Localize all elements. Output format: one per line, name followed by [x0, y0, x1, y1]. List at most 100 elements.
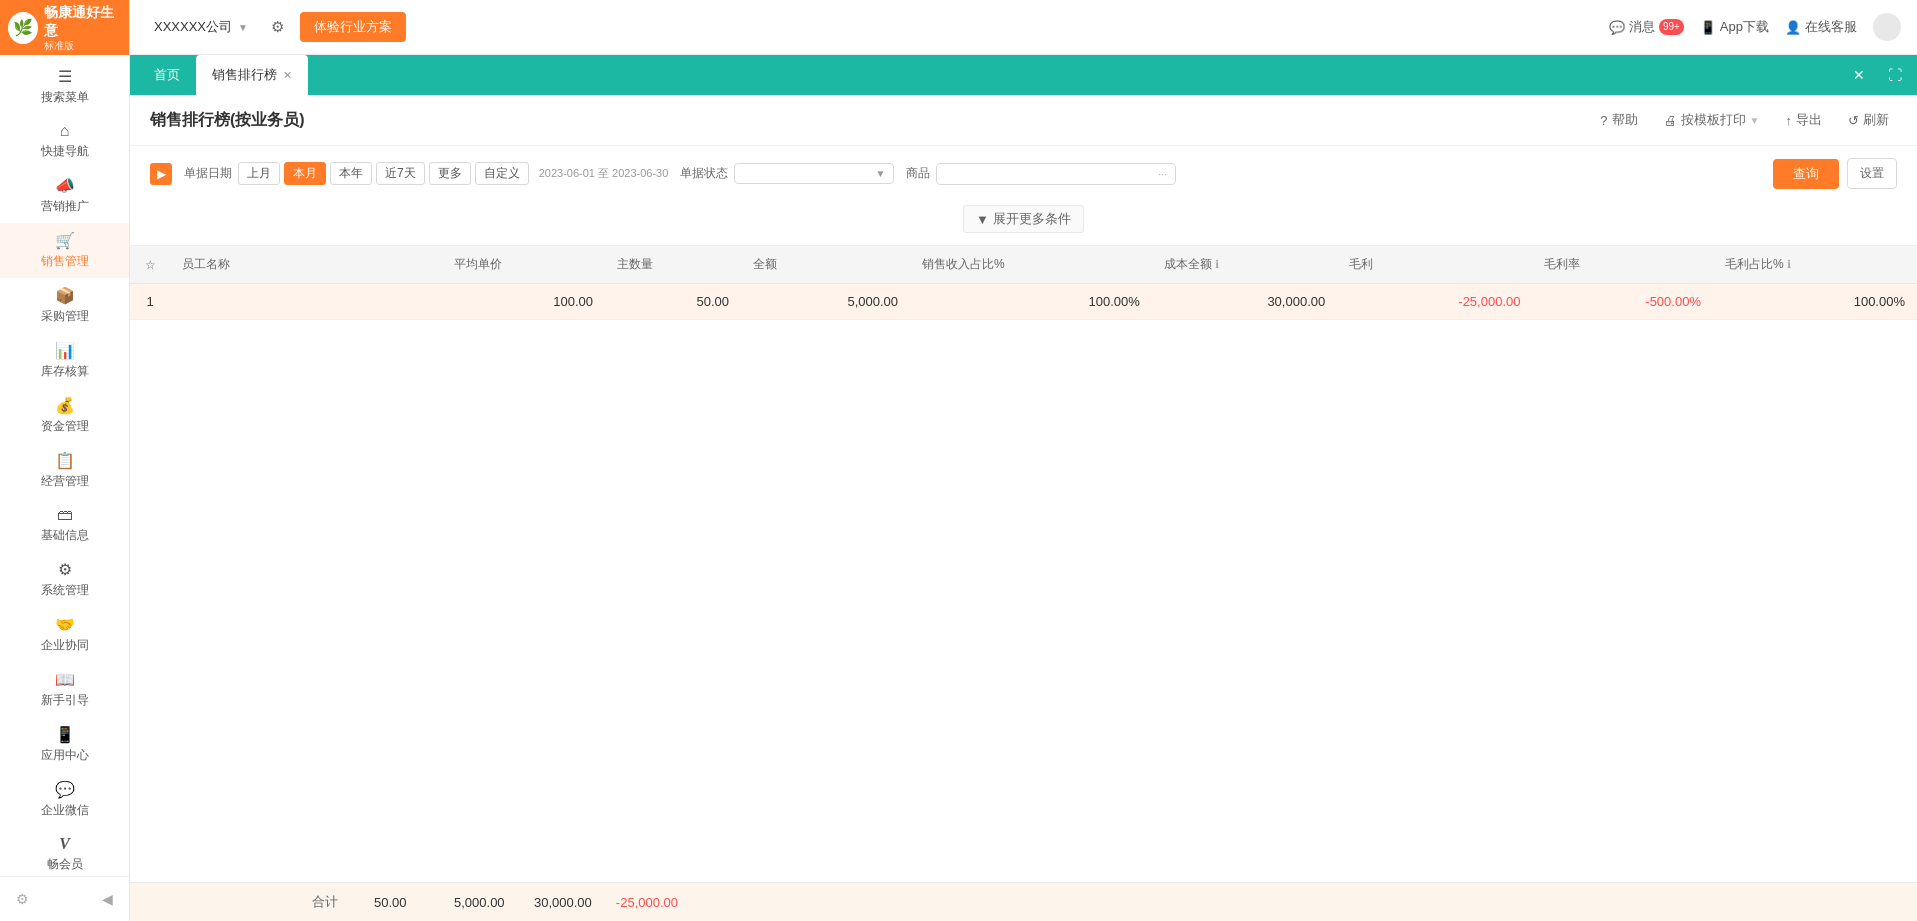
expand-more-button[interactable]: ▼ 展开更多条件: [963, 205, 1084, 233]
more-date-button[interactable]: 更多: [429, 162, 471, 185]
export-button[interactable]: ↑ 导出: [1778, 107, 1831, 133]
tab-sales-rank[interactable]: 销售排行榜 ✕: [196, 55, 308, 95]
col-sales-pct: 销售收入占比%: [910, 246, 1152, 284]
goods-more-icon: ···: [1158, 168, 1167, 180]
cell-avg-price: 100.00: [442, 284, 605, 320]
export-label: 导出: [1796, 111, 1822, 129]
online-service-label: 在线客服: [1805, 18, 1857, 36]
sidebar-item-enterprise[interactable]: 🤝 企业协同: [0, 607, 129, 662]
filter-row: ▶ 单据日期 上月 本月 本年 近7天 更多 自定义 2023-06-01 至 …: [150, 158, 1897, 189]
help-button[interactable]: ? 帮助: [1592, 107, 1645, 133]
status-select[interactable]: ▼: [734, 163, 894, 184]
cell-rank: 1: [130, 284, 170, 320]
tab-maximize-icon[interactable]: ⛶: [1881, 61, 1909, 89]
logo-icon: 🌿: [8, 12, 38, 44]
trial-button[interactable]: 体验行业方案: [300, 12, 406, 42]
tab-close-window-icon[interactable]: ✕: [1845, 61, 1873, 89]
message-badge: 99+: [1659, 19, 1684, 35]
page-title: 销售排行榜(按业务员): [150, 110, 305, 131]
header-settings-icon[interactable]: ⚙: [264, 13, 292, 41]
col-profit-rate: 毛利率: [1532, 246, 1712, 284]
cell-profit: -25,000.00: [1337, 284, 1532, 320]
sidebar-item-system[interactable]: ⚙ 系统管理: [0, 552, 129, 607]
cost-info-icon[interactable]: ℹ: [1215, 258, 1219, 270]
footer-label: 合计: [142, 893, 362, 911]
user-avatar[interactable]: [1873, 13, 1901, 41]
date-filter: 单据日期 上月 本月 本年 近7天 更多 自定义 2023-06-01 至 20…: [184, 162, 668, 185]
last-month-button[interactable]: 上月: [238, 162, 280, 185]
sidebar-collapse-button[interactable]: ◀: [93, 885, 121, 913]
last-7-button[interactable]: 近7天: [376, 162, 425, 185]
help-label: 帮助: [1612, 111, 1638, 129]
goods-filter: 商品 ···: [906, 163, 1176, 185]
app-download-action[interactable]: 📱 App下载: [1700, 18, 1769, 36]
sidebar-item-label: 库存核算: [41, 363, 89, 380]
tab-close-icon[interactable]: ✕: [283, 69, 292, 82]
sidebar-item-marketing[interactable]: 📣 营销推广: [0, 168, 129, 223]
this-month-button[interactable]: 本月: [284, 162, 326, 185]
sidebar-item-basic-info[interactable]: 🗃 基础信息: [0, 498, 129, 552]
sidebar-item-search-order[interactable]: ☰ 搜索菜单: [0, 59, 129, 114]
cell-qty: 50.00: [605, 284, 741, 320]
purchase-icon: 📦: [55, 286, 75, 305]
header-right: 💬 消息 99+ 📱 App下载 👤 在线客服: [1609, 13, 1901, 41]
footer-values: 50.00 5,000.00 30,000.00 -25,000.00: [362, 895, 1905, 910]
table-container: ☆ 员工名称 平均单价 主数量 全额 销售收入占比% 成本全额 ℹ 毛利 毛利率…: [130, 246, 1917, 882]
date-range: 2023-06-01 至 2023-06-30: [539, 166, 669, 181]
online-service-action[interactable]: 👤 在线客服: [1785, 18, 1857, 36]
sidebar-item-label: 快捷导航: [41, 143, 89, 160]
sidebar-item-operations[interactable]: 📋 经营管理: [0, 443, 129, 498]
query-button[interactable]: 查询: [1773, 159, 1839, 189]
profit-pct-info-icon[interactable]: ℹ: [1787, 258, 1791, 270]
goods-filter-label: 商品: [906, 165, 930, 182]
logo-text: 畅康通好生意 标准版: [44, 3, 121, 52]
sidebar-item-quick-nav[interactable]: ⌂ 快捷导航: [0, 114, 129, 168]
company-selector[interactable]: XXXXXX公司 ▼: [146, 14, 256, 40]
sidebar-item-label: 企业微信: [41, 802, 89, 819]
sidebar-item-sales[interactable]: 🛒 销售管理: [0, 223, 129, 278]
table-header-row: ☆ 员工名称 平均单价 主数量 全额 销售收入占比% 成本全额 ℹ 毛利 毛利率…: [130, 246, 1917, 284]
sidebar-nav: ☰ 搜索菜单 ⌂ 快捷导航 📣 营销推广 🛒 销售管理 📦 采购管理 📊 库存核…: [0, 55, 129, 876]
sidebar-item-wechat[interactable]: 💬 企业微信: [0, 772, 129, 827]
marketing-icon: 📣: [55, 176, 75, 195]
col-name: 员工名称: [170, 246, 442, 284]
sidebar-item-finance[interactable]: 💰 资金管理: [0, 388, 129, 443]
sidebar-item-label: 基础信息: [41, 527, 89, 544]
content-area: 销售排行榜(按业务员) ? 帮助 🖨 按模板打印 ▼ ↑ 导出 ↺ 刷新: [130, 95, 1917, 921]
sidebar-item-purchase[interactable]: 📦 采购管理: [0, 278, 129, 333]
cell-profit-rate: -500.00%: [1532, 284, 1712, 320]
footer-profit: -25,000.00: [604, 895, 690, 910]
footer-total-label: 合计: [312, 894, 338, 909]
filter-settings-button[interactable]: 设置: [1847, 158, 1897, 189]
sidebar-item-member[interactable]: V 畅会员: [0, 827, 129, 876]
sidebar-item-label: 资金管理: [41, 418, 89, 435]
sidebar-item-label: 营销推广: [41, 198, 89, 215]
sidebar-item-guide[interactable]: 📖 新手引导: [0, 662, 129, 717]
this-year-button[interactable]: 本年: [330, 162, 372, 185]
col-profit-pct: 毛利占比% ℹ: [1713, 246, 1917, 284]
inventory-icon: 📊: [55, 341, 75, 360]
logo-sub: 标准版: [44, 39, 121, 52]
footer-qty: 50.00: [362, 895, 442, 910]
sidebar-item-inventory[interactable]: 📊 库存核算: [0, 333, 129, 388]
goods-select[interactable]: ···: [936, 163, 1176, 185]
tab-bar-right: ✕ ⛶: [1845, 61, 1909, 89]
message-icon: 💬: [1609, 20, 1625, 35]
expand-chevron-icon: ▼: [976, 212, 989, 227]
sidebar-item-label: 采购管理: [41, 308, 89, 325]
custom-date-button[interactable]: 自定义: [475, 162, 529, 185]
sidebar-item-label: 搜索菜单: [41, 89, 89, 106]
member-icon: V: [59, 835, 70, 853]
refresh-button[interactable]: ↺ 刷新: [1840, 107, 1897, 133]
filter-toggle-button[interactable]: ▶: [150, 163, 172, 185]
date-filter-label: 单据日期: [184, 165, 232, 182]
sidebar-item-app-center[interactable]: 📱 应用中心: [0, 717, 129, 772]
table-footer: 合计 50.00 5,000.00 30,000.00 -25,000.00: [130, 882, 1917, 921]
guide-icon: 📖: [55, 670, 75, 689]
message-action[interactable]: 💬 消息 99+: [1609, 18, 1684, 36]
print-button[interactable]: 🖨 按模板打印 ▼: [1656, 107, 1768, 133]
status-filter: 单据状态 ▼: [680, 163, 894, 184]
tab-home[interactable]: 首页: [138, 55, 196, 95]
refresh-icon: ↺: [1848, 113, 1859, 128]
sidebar-settings-button[interactable]: ⚙: [8, 885, 36, 913]
